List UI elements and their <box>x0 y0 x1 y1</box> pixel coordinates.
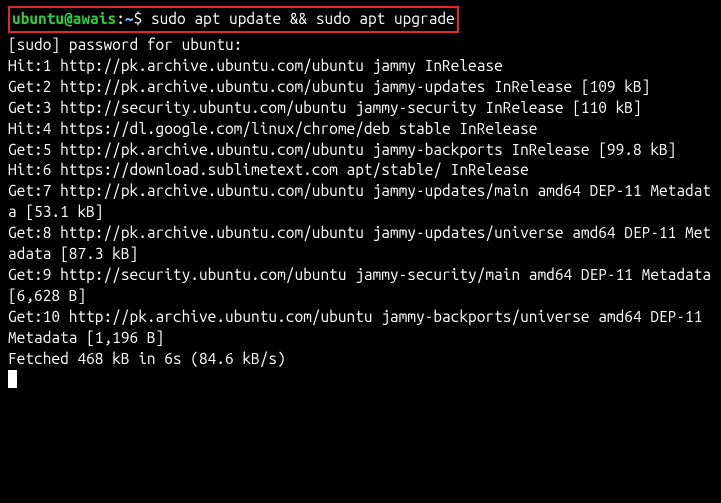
cursor-line[interactable] <box>8 370 713 391</box>
prompt-at: @ <box>64 10 73 27</box>
output-line: Get:7 http://pk.archive.ubuntu.com/ubunt… <box>8 181 713 223</box>
output-line: Hit:6 https://download.sublimetext.com a… <box>8 160 713 181</box>
output-line: Fetched 468 kB in 6s (84.6 kB/s) <box>8 349 713 370</box>
output-line: Get:2 http://pk.archive.ubuntu.com/ubunt… <box>8 77 713 98</box>
output-line: Get:5 http://pk.archive.ubuntu.com/ubunt… <box>8 140 713 161</box>
command-input[interactable]: sudo apt update && sudo apt upgrade <box>151 10 455 27</box>
output-line: [sudo] password for ubuntu: <box>8 35 713 56</box>
prompt-host: awais <box>73 10 116 27</box>
prompt-path: ~ <box>125 10 134 27</box>
command-prompt-box: ubuntu@awais:~$ sudo apt update && sudo … <box>8 6 459 33</box>
cursor-icon <box>8 370 17 388</box>
prompt-dollar: $ <box>134 10 151 27</box>
prompt-user: ubuntu <box>12 10 64 27</box>
output-line: Get:9 http://security.ubuntu.com/ubuntu … <box>8 265 713 307</box>
output-line: Hit:1 http://pk.archive.ubuntu.com/ubunt… <box>8 56 713 77</box>
output-line: Get:10 http://pk.archive.ubuntu.com/ubun… <box>8 307 713 349</box>
output-line: Get:3 http://security.ubuntu.com/ubuntu … <box>8 98 713 119</box>
prompt-colon: : <box>116 10 125 27</box>
output-line: Get:8 http://pk.archive.ubuntu.com/ubunt… <box>8 223 713 265</box>
output-line: Hit:4 https://dl.google.com/linux/chrome… <box>8 119 713 140</box>
